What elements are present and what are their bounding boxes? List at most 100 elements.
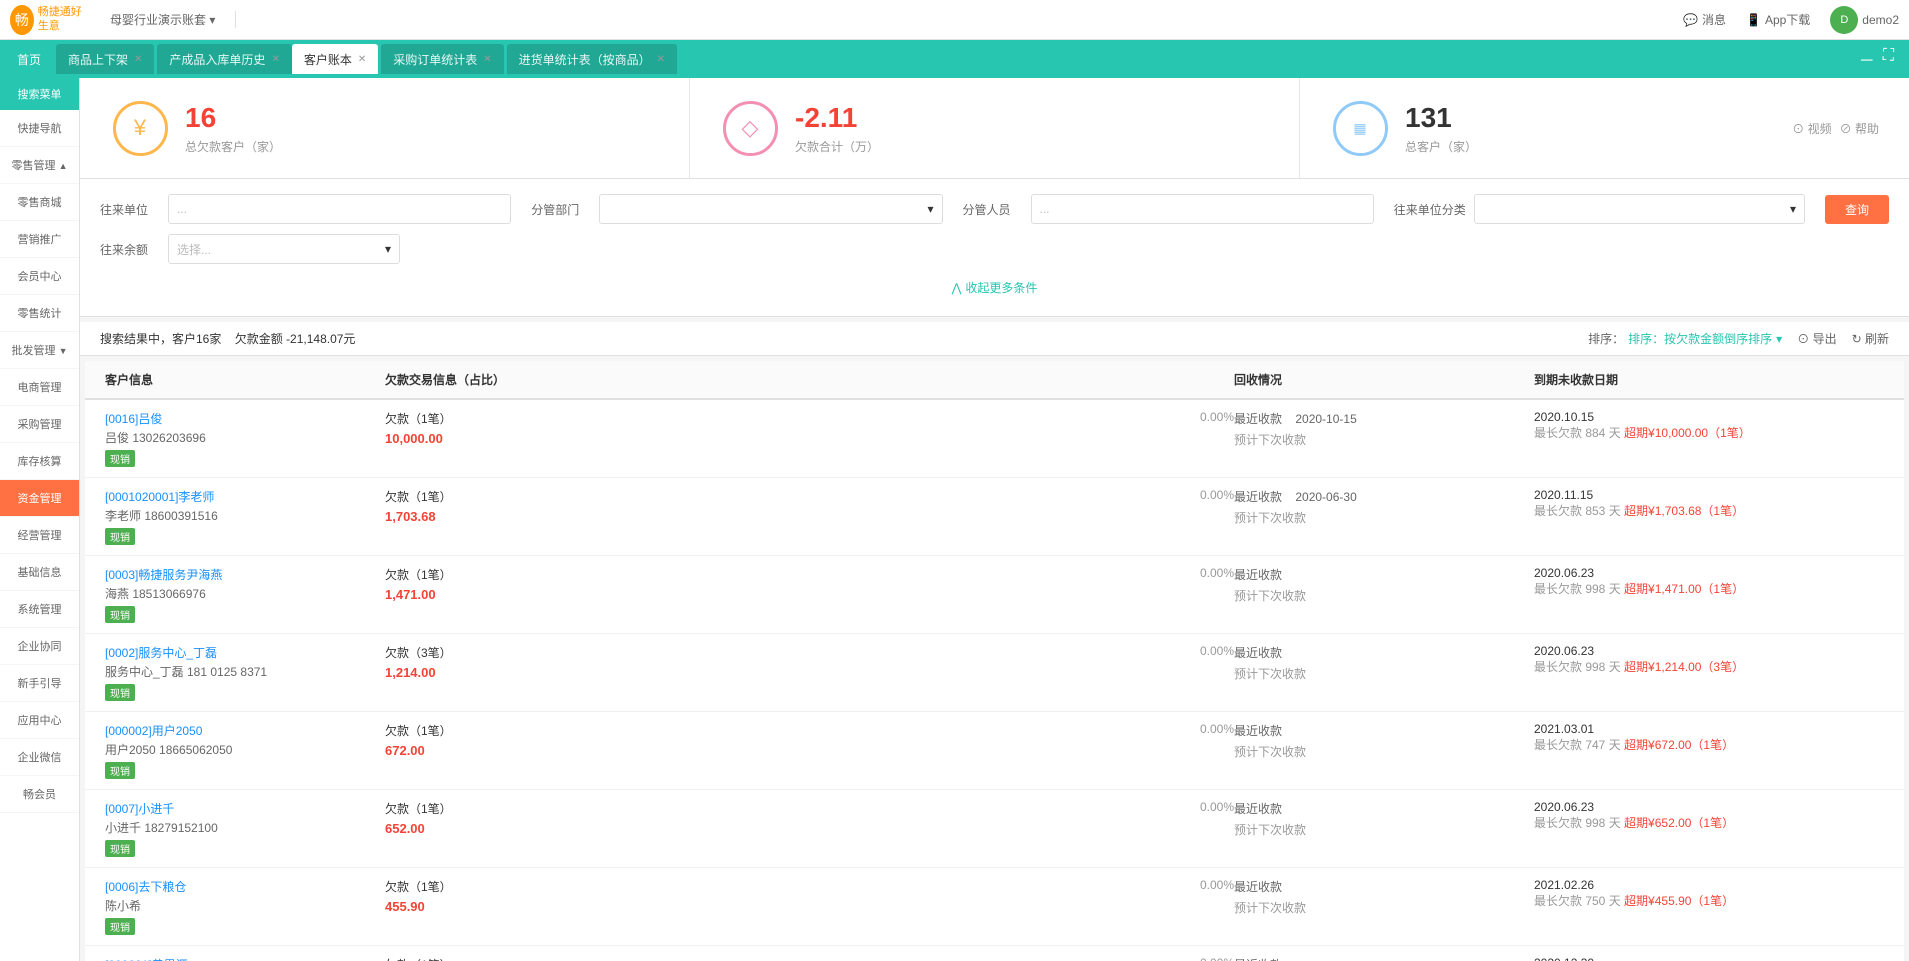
tab-customer-ledger[interactable]: 客户账本 ✕ bbox=[292, 44, 378, 74]
content-area: ¥ 16 总欠款客户（家） ◇ -2.11 欠款合计（万） ▦ bbox=[80, 78, 1909, 961]
sidebar-item-purchase[interactable]: 采购管理 bbox=[0, 406, 79, 443]
customer-name-link[interactable]: [0003]畅捷服务尹海燕 bbox=[105, 568, 222, 582]
tab-purchase-stats[interactable]: 采购订单统计表 ✕ bbox=[381, 44, 503, 74]
person-input[interactable]: ... bbox=[1031, 194, 1374, 224]
app-download-btn[interactable]: 📱 App下载 bbox=[1746, 11, 1810, 28]
sidebar-item-retail-mall[interactable]: 零售商城 bbox=[0, 184, 79, 221]
sidebar-item-apps[interactable]: 应用中心 bbox=[0, 702, 79, 739]
debt-amount: 1,471.00 bbox=[385, 587, 1185, 602]
overdue-link[interactable]: 超期¥1,703.68（1笔） bbox=[1624, 504, 1744, 518]
debt-info: 欠款（1笔） 652.00 bbox=[385, 800, 1185, 836]
close-tab-inbound-stats-icon[interactable]: ✕ bbox=[657, 54, 665, 65]
tab-inbound-history[interactable]: 产成品入库单历史 ✕ bbox=[157, 44, 291, 74]
sidebar-item-marketing[interactable]: 营销推广 bbox=[0, 221, 79, 258]
customer-name-link[interactable]: [0002]服务中心_丁磊 bbox=[105, 646, 217, 660]
close-tab-purchase-icon[interactable]: ✕ bbox=[483, 54, 491, 65]
sort-select[interactable]: 排序： 排序：按欠款金额倒序排序 ▾ bbox=[1588, 330, 1782, 347]
sidebar-item-quick-nav[interactable]: 快捷导航 bbox=[0, 110, 79, 147]
balance-label: 往来余额 bbox=[100, 241, 160, 258]
debt-count: 欠款（1笔） bbox=[385, 566, 1185, 583]
tab-minimize-btn[interactable]: － bbox=[1859, 47, 1875, 71]
tab-maximize-btn[interactable]: ⛶ bbox=[1883, 47, 1894, 71]
sidebar-item-basic-info[interactable]: 基础信息 bbox=[0, 554, 79, 591]
overdue-info: 最长欠款 998 天 超期¥652.00（1笔） bbox=[1534, 814, 1884, 831]
top-bar: 畅 畅捷通好生意 母婴行业演示账套 ▾ 💬 消息 📱 App下载 D demo2 bbox=[0, 0, 1909, 40]
sidebar-item-system[interactable]: 系统管理 bbox=[0, 591, 79, 628]
tab-inbound-stats[interactable]: 进货单统计表（按商品） ✕ bbox=[507, 44, 677, 74]
close-tab-ledger-icon[interactable]: ✕ bbox=[358, 54, 366, 65]
sidebar-item-guide[interactable]: 新手引导 bbox=[0, 665, 79, 702]
overdue-date: 2020.12.30 bbox=[1534, 956, 1884, 961]
export-btn[interactable]: ⊙ 导出 bbox=[1797, 330, 1836, 347]
sidebar-item-retail-stats[interactable]: 零售统计 bbox=[0, 295, 79, 332]
customer-name-link[interactable]: [0007]小进千 bbox=[105, 802, 174, 816]
sidebar-item-members[interactable]: 会员中心 bbox=[0, 258, 79, 295]
customer-name-link[interactable]: [0001020001]李老师 bbox=[105, 490, 214, 504]
overdue-link[interactable]: 超期¥652.00（1笔） bbox=[1624, 816, 1734, 830]
message-btn[interactable]: 💬 消息 bbox=[1683, 11, 1726, 28]
customer-name-link[interactable]: [000002]用户2050 bbox=[105, 724, 202, 738]
overdue-days: 最长欠款 998 天 bbox=[1534, 582, 1621, 596]
overdue-info: 最长欠款 747 天 超期¥672.00（1笔） bbox=[1534, 736, 1884, 753]
chevron-down-icon: ▼ bbox=[59, 346, 68, 356]
customer-name-link[interactable]: [0006]去下粮仓 bbox=[105, 880, 186, 894]
from-unit-label: 往来单位 bbox=[100, 201, 160, 218]
close-tab-inbound-icon[interactable]: ✕ bbox=[271, 54, 279, 65]
sidebar-search[interactable]: 搜索菜单 bbox=[0, 78, 79, 110]
recent-collect-label: 最近收款 bbox=[1234, 646, 1282, 660]
debt-info-cell: 欠款（1笔） 455.90 0.00% bbox=[385, 878, 1234, 914]
main-layout: 搜索菜单 快捷导航 零售管理 ▲ 零售商城 营销推广 会员中心 零售统计 批发管… bbox=[0, 78, 1909, 961]
overdue-date-cell: 2020.06.23 最长欠款 998 天 超期¥1,471.00（1笔） bbox=[1534, 566, 1884, 597]
collapse-btn[interactable]: ⋀ 收起更多条件 bbox=[100, 274, 1889, 301]
overdue-link[interactable]: 超期¥10,000.00（1笔） bbox=[1624, 426, 1751, 440]
data-table: 客户信息 欠款交易信息（占比） 回收情况 到期未收款日期 [0016]吕俊 吕俊… bbox=[85, 361, 1904, 961]
filter-row-1: 往来单位 ... 分管部门 ▾ 分管人员 ... bbox=[100, 194, 1889, 224]
debt-ratio: 0.00% bbox=[1200, 566, 1234, 580]
stats-cards: ¥ 16 总欠款客户（家） ◇ -2.11 欠款合计（万） ▦ bbox=[80, 78, 1909, 179]
logo-icon: 畅 bbox=[10, 5, 34, 35]
help-btn[interactable]: ⊘ 帮助 bbox=[1840, 120, 1879, 137]
user-area[interactable]: D demo2 bbox=[1830, 6, 1899, 34]
from-unit-input[interactable]: ... bbox=[168, 194, 511, 224]
query-button[interactable]: 查询 bbox=[1825, 195, 1889, 224]
overdue-link[interactable]: 超期¥672.00（1笔） bbox=[1624, 738, 1734, 752]
sidebar-item-vip[interactable]: 畅会员 bbox=[0, 776, 79, 813]
sidebar-item-wholesale[interactable]: 批发管理 ▼ bbox=[0, 332, 79, 369]
sidebar-item-retail-mgmt[interactable]: 零售管理 ▲ bbox=[0, 147, 79, 184]
tab-products-on-off[interactable]: 商品上下架 ✕ bbox=[56, 44, 154, 74]
cash-tag: 现销 bbox=[105, 450, 135, 467]
cash-tag: 现销 bbox=[105, 840, 135, 857]
refresh-btn[interactable]: ↻ 刷新 bbox=[1852, 330, 1889, 347]
sidebar-item-finance[interactable]: 资金管理 bbox=[0, 480, 79, 517]
stat-card-amount: ◇ -2.11 欠款合计（万） bbox=[690, 78, 1300, 178]
recent-collect-label: 最近收款 bbox=[1234, 880, 1282, 894]
tab-home[interactable]: 首页 bbox=[5, 44, 53, 74]
overdue-link[interactable]: 超期¥1,471.00（1笔） bbox=[1624, 582, 1744, 596]
next-collect-label: 预计下次收款 bbox=[1234, 899, 1534, 916]
collect-status-cell: 最近收款 预计下次收款 bbox=[1234, 800, 1534, 838]
customer-name-link[interactable]: [0016]吕俊 bbox=[105, 412, 162, 426]
customer-phone: 小进千 18279152100 bbox=[105, 819, 385, 836]
table-row: [0002]服务中心_丁磊 服务中心_丁磊 181 0125 8371 现销 欠… bbox=[85, 634, 1904, 712]
top-actions: 💬 消息 📱 App下载 D demo2 bbox=[1683, 6, 1899, 34]
view-video-btn[interactable]: ⊙ 视频 bbox=[1792, 120, 1831, 137]
sidebar-item-enterprise[interactable]: 企业协同 bbox=[0, 628, 79, 665]
sidebar-item-wechat[interactable]: 企业微信 bbox=[0, 739, 79, 776]
tab-bar-end: － ⛶ bbox=[1859, 47, 1904, 71]
debt-amount: 1,214.00 bbox=[385, 665, 1185, 680]
message-icon: 💬 bbox=[1683, 13, 1698, 27]
table-row: [0016]吕俊 吕俊 13026203696 现销 欠款（1笔） 10,000… bbox=[85, 400, 1904, 478]
company-select[interactable]: 母婴行业演示账套 ▾ bbox=[90, 11, 236, 28]
debt-count: 欠款（1笔） bbox=[385, 878, 1185, 895]
unit-category-label: 往来单位分类 bbox=[1394, 201, 1466, 218]
overdue-link[interactable]: 超期¥1,214.00（3笔） bbox=[1624, 660, 1744, 674]
close-tab-products-icon[interactable]: ✕ bbox=[134, 54, 142, 65]
balance-select[interactable]: 选择... ▾ bbox=[168, 234, 400, 264]
sidebar-item-operations[interactable]: 经营管理 bbox=[0, 517, 79, 554]
overdue-link[interactable]: 超期¥455.90（1笔） bbox=[1624, 894, 1734, 908]
sidebar-item-inventory[interactable]: 库存核算 bbox=[0, 443, 79, 480]
dept-select[interactable]: ▾ bbox=[599, 194, 942, 224]
unit-category-select[interactable]: ▾ bbox=[1474, 194, 1805, 224]
sidebar-item-ecommerce[interactable]: 电商管理 bbox=[0, 369, 79, 406]
overdue-info: 最长欠款 998 天 超期¥1,471.00（1笔） bbox=[1534, 580, 1884, 597]
